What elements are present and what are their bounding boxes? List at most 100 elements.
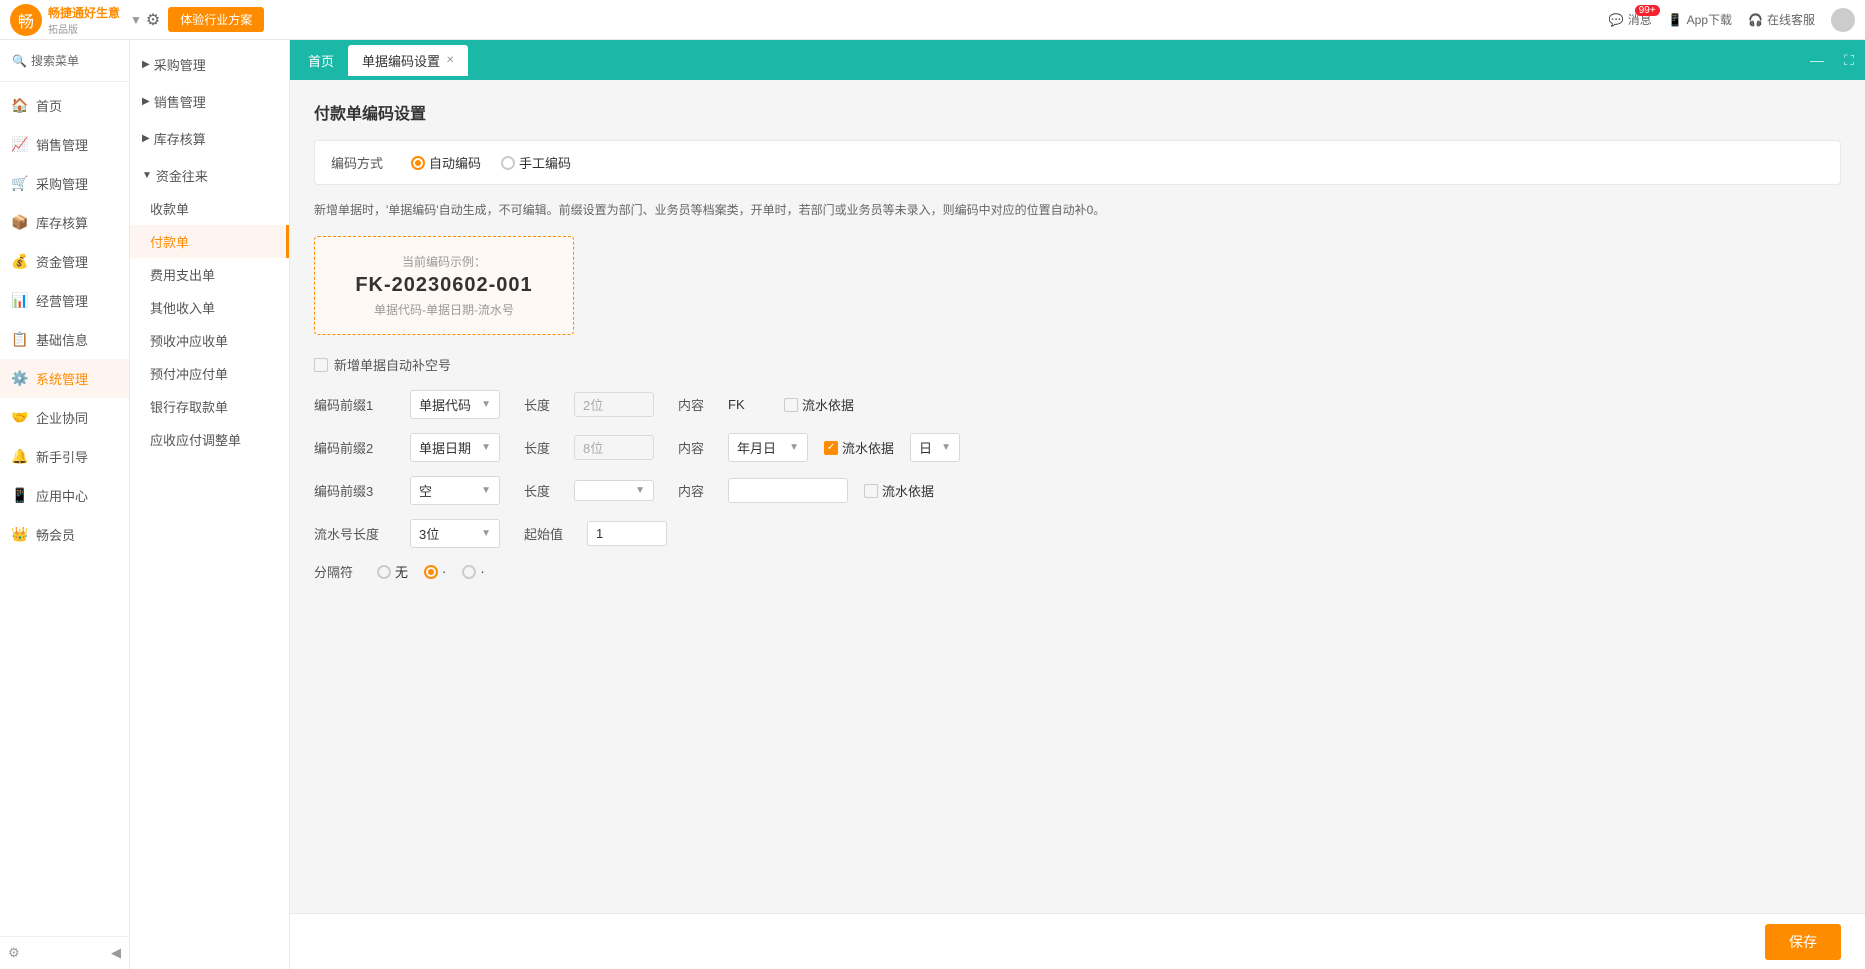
sidebar-item-system[interactable]: ⚙️ 系统管理 — [0, 359, 129, 398]
sidebar-item-finance[interactable]: 💰 资金管理 — [0, 242, 129, 281]
prefix2-select[interactable]: 单据日期 ▼ — [410, 433, 500, 462]
prefix3-length-select[interactable]: ▼ — [574, 480, 654, 501]
prefix1-length-input — [574, 392, 654, 417]
sidebar-item-home[interactable]: 🏠 首页 — [0, 86, 129, 125]
radio-manual-dot — [501, 156, 515, 170]
sidebar-item-operations[interactable]: 📊 经营管理 — [0, 281, 129, 320]
sidebar-item-inventory[interactable]: 📦 库存核算 — [0, 203, 129, 242]
prefix3-length-label: 长度 — [524, 481, 550, 500]
prefix3-select[interactable]: 空 ▼ — [410, 476, 500, 505]
operations-icon: 📊 — [12, 293, 28, 309]
user-avatar[interactable] — [1831, 8, 1855, 32]
radio-auto-inner — [415, 160, 421, 166]
prefix2-length-label: 长度 — [524, 438, 550, 457]
prefix2-stream-unit-select[interactable]: 日 ▼ — [910, 433, 960, 462]
sidebar-item-member[interactable]: 👑 畅会员 — [0, 515, 129, 554]
collapse-icon[interactable]: ◀ — [111, 945, 121, 961]
nav-dropdown[interactable]: ▼ ⚙ — [130, 10, 160, 30]
prefix2-stream-label: 流水依据 — [842, 438, 894, 457]
sec-item-bank[interactable]: 银行存取款单 — [130, 390, 289, 423]
sidebar-item-purchase[interactable]: 🛒 采购管理 — [0, 164, 129, 203]
sidebar-item-enterprise[interactable]: 🤝 企业协同 — [0, 398, 129, 437]
chevron-down-icon: ▼ — [142, 170, 152, 181]
prefix2-content-select[interactable]: 年月日 ▼ — [728, 433, 808, 462]
logo-icon: 畅 — [10, 4, 42, 36]
settings-icon[interactable]: ⚙ — [8, 945, 20, 961]
sec-group-sales-title[interactable]: ▶ 销售管理 — [130, 85, 289, 118]
prefix2-chevron-icon: ▼ — [481, 442, 491, 453]
serial-row: 流水号长度 3位 ▼ 起始值 — [314, 519, 1841, 548]
message-badge: 99+ — [1635, 5, 1660, 16]
tab-home[interactable]: 首页 — [294, 45, 348, 76]
search-menu-button[interactable]: 🔍 搜索菜单 — [8, 48, 121, 73]
trial-button[interactable]: 体验行业方案 — [168, 7, 264, 32]
unit-chevron-icon: ▼ — [941, 442, 951, 453]
tab-minimize-button[interactable]: — — [1805, 48, 1829, 72]
radio-manual-encode[interactable]: 手工编码 — [501, 153, 571, 172]
prefix2-stream-unit-value: 日 — [919, 438, 932, 457]
sec-item-payment[interactable]: 付款单 — [130, 225, 289, 258]
sidebar-item-guide[interactable]: 🔔 新手引导 — [0, 437, 129, 476]
prefix1-select[interactable]: 单据代码 ▼ — [410, 390, 500, 419]
sep-radio-dash[interactable]: · — [462, 564, 484, 579]
prefix2-stream-checkbox[interactable]: ✓ — [824, 441, 838, 455]
sidebar-item-apps[interactable]: 📱 应用中心 — [0, 476, 129, 515]
prefix2-row: 编码前缀2 单据日期 ▼ 长度 内容 年月日 ▼ ✓ 流水依据 — [314, 433, 1841, 462]
app-download-item[interactable]: 📱 App下载 — [1668, 11, 1732, 28]
prefix2-label: 编码前缀2 — [314, 438, 394, 457]
auto-fill-checkbox[interactable] — [314, 358, 328, 372]
gear-icon[interactable]: ⚙ — [146, 10, 160, 30]
sec-group-capital: ▼ 资金往来 收款单 付款单 费用支出单 其他收入单 预收冲应收单 预付冲应付单… — [130, 159, 289, 456]
chevron-right-icon: ▶ — [142, 133, 150, 144]
sec-group-sales: ▶ 销售管理 — [130, 85, 289, 118]
sep-dash-dot — [462, 565, 476, 579]
prefix3-content-input[interactable] — [728, 478, 848, 503]
sidebar-item-basic[interactable]: 📋 基础信息 — [0, 320, 129, 359]
prefix3-row: 编码前缀3 空 ▼ 长度 ▼ 内容 流水依据 — [314, 476, 1841, 505]
prefix2-content-chevron-icon: ▼ — [789, 442, 799, 453]
top-bar-right: 💬 消息 99+ 📱 App下载 🎧 在线客服 — [1609, 8, 1855, 32]
sec-group-inventory-title[interactable]: ▶ 库存核算 — [130, 122, 289, 155]
main-layout: 🔍 搜索菜单 🏠 首页 📈 销售管理 🛒 采购管理 📦 库存核算 💰 — [0, 40, 1865, 969]
service-item[interactable]: 🎧 在线客服 — [1748, 11, 1815, 28]
sales-icon: 📈 — [12, 137, 28, 153]
prefix1-stream-checkbox[interactable] — [784, 398, 798, 412]
sep-none-dot — [377, 565, 391, 579]
sidebar-item-sales[interactable]: 📈 销售管理 — [0, 125, 129, 164]
prefix2-content-value: 年月日 — [737, 438, 776, 457]
preview-desc: 单据代码-单据日期-流水号 — [339, 301, 549, 318]
sidebar-item-label: 首页 — [36, 96, 62, 115]
sec-group-capital-title[interactable]: ▼ 资金往来 — [130, 159, 289, 192]
finance-icon: 💰 — [12, 254, 28, 270]
sec-group-purchase-title[interactable]: ▶ 采购管理 — [130, 48, 289, 81]
tab-maximize-button[interactable]: ⛶ — [1837, 48, 1861, 72]
preview-code: FK-20230602-001 — [339, 274, 549, 297]
radio-auto-dot — [411, 156, 425, 170]
top-bar-nav: ▼ ⚙ 体验行业方案 — [130, 7, 264, 32]
prefix3-stream-checkbox[interactable] — [864, 484, 878, 498]
sec-item-other-income[interactable]: 其他收入单 — [130, 291, 289, 324]
serial-start-input[interactable] — [587, 521, 667, 546]
info-text: 新增单据时，'单据编码'自动生成，不可编辑。前缀设置为部门、业务员等档案类，开单… — [314, 201, 1841, 220]
sec-item-pre-collect[interactable]: 预收冲应收单 — [130, 324, 289, 357]
logo: 畅 畅捷通好生意 拓品版 — [10, 4, 120, 36]
message-item[interactable]: 💬 消息 99+ — [1609, 11, 1652, 28]
sec-item-adjust[interactable]: 应收应付调整单 — [130, 423, 289, 456]
serial-select[interactable]: 3位 ▼ — [410, 519, 500, 548]
prefix1-stream-checkbox-row: 流水依据 — [784, 395, 854, 414]
save-button[interactable]: 保存 — [1765, 924, 1841, 960]
guide-icon: 🔔 — [12, 449, 28, 465]
prefix1-chevron-icon: ▼ — [481, 399, 491, 410]
radio-auto-encode[interactable]: 自动编码 — [411, 153, 481, 172]
tab-encoding-settings[interactable]: 单据编码设置 ✕ — [348, 45, 468, 76]
chevron-right-icon: ▶ — [142, 96, 150, 107]
sep-radio-none[interactable]: 无 — [377, 562, 408, 581]
sec-item-receipt[interactable]: 收款单 — [130, 192, 289, 225]
prefix2-content-label: 内容 — [678, 438, 704, 457]
sec-item-expense[interactable]: 费用支出单 — [130, 258, 289, 291]
sep-radio-dot[interactable]: · — [424, 564, 446, 579]
prefix1-row: 编码前缀1 单据代码 ▼ 长度 内容 FK 流水依据 — [314, 390, 1841, 419]
prefix2-length-input — [574, 435, 654, 460]
tab-close-icon[interactable]: ✕ — [446, 55, 454, 66]
sec-item-pre-pay[interactable]: 预付冲应付单 — [130, 357, 289, 390]
